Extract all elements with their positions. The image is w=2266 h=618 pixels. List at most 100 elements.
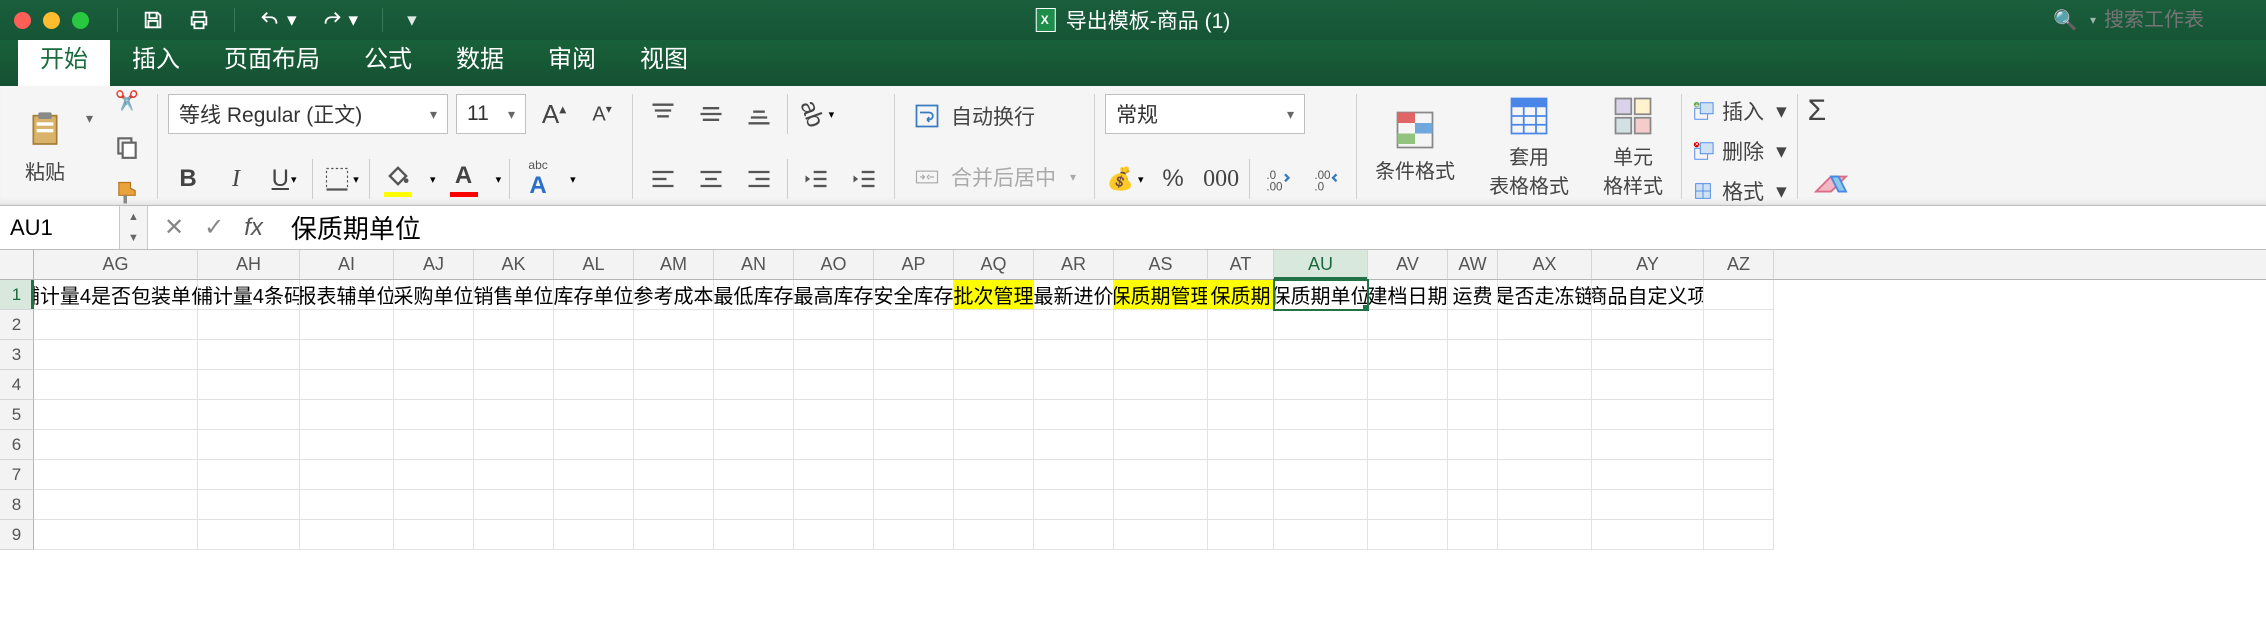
cell-AW2[interactable] <box>1448 310 1498 340</box>
copy-button[interactable] <box>107 127 147 167</box>
cell-AL7[interactable] <box>554 460 634 490</box>
cell-AV9[interactable] <box>1368 520 1448 550</box>
cell-AN3[interactable] <box>714 340 794 370</box>
cell-AO8[interactable] <box>794 490 874 520</box>
cell-AW3[interactable] <box>1448 340 1498 370</box>
orientation-button[interactable]: ab▾ <box>796 94 836 134</box>
cell-AZ9[interactable] <box>1704 520 1774 550</box>
decrease-indent-button[interactable] <box>796 159 836 199</box>
align-bottom-button[interactable] <box>739 94 779 134</box>
column-header-AN[interactable]: AN <box>714 250 794 279</box>
cell-AH4[interactable] <box>198 370 300 400</box>
cell-AZ3[interactable] <box>1704 340 1774 370</box>
cell-AQ8[interactable] <box>954 490 1034 520</box>
redo-icon[interactable]: ▾ <box>321 9 359 32</box>
currency-button[interactable]: 💰▾ <box>1105 159 1145 199</box>
decrease-font-button[interactable]: A▾ <box>582 94 622 134</box>
percent-button[interactable]: % <box>1153 159 1193 199</box>
cell-AP5[interactable] <box>874 400 954 430</box>
cell-AX7[interactable] <box>1498 460 1592 490</box>
cell-AG4[interactable] <box>34 370 198 400</box>
cell-AZ1[interactable] <box>1704 280 1774 310</box>
cell-AM4[interactable] <box>634 370 714 400</box>
close-window-button[interactable] <box>14 12 31 29</box>
select-all-corner[interactable] <box>0 250 34 279</box>
cell-AS9[interactable] <box>1114 520 1208 550</box>
cell-AQ6[interactable] <box>954 430 1034 460</box>
cell-AT5[interactable] <box>1208 400 1274 430</box>
column-header-AL[interactable]: AL <box>554 250 634 279</box>
cell-AJ8[interactable] <box>394 490 474 520</box>
cell-AJ1[interactable]: 采购单位 <box>394 280 474 310</box>
cell-AT3[interactable] <box>1208 340 1274 370</box>
cell-AL4[interactable] <box>554 370 634 400</box>
cell-AW8[interactable] <box>1448 490 1498 520</box>
cell-AU2[interactable] <box>1274 310 1368 340</box>
column-header-AY[interactable]: AY <box>1592 250 1704 279</box>
chevron-down-icon[interactable]: ▾ <box>86 110 93 127</box>
cell-AP4[interactable] <box>874 370 954 400</box>
cell-AH5[interactable] <box>198 400 300 430</box>
cell-AQ5[interactable] <box>954 400 1034 430</box>
column-header-AP[interactable]: AP <box>874 250 954 279</box>
cell-AH9[interactable] <box>198 520 300 550</box>
column-header-AW[interactable]: AW <box>1448 250 1498 279</box>
cell-AP3[interactable] <box>874 340 954 370</box>
cell-AI5[interactable] <box>300 400 394 430</box>
cell-AN5[interactable] <box>714 400 794 430</box>
cell-AS8[interactable] <box>1114 490 1208 520</box>
column-header-AJ[interactable]: AJ <box>394 250 474 279</box>
name-box[interactable]: AU1 <box>0 206 120 249</box>
cell-AI6[interactable] <box>300 430 394 460</box>
cell-AJ4[interactable] <box>394 370 474 400</box>
cell-AV7[interactable] <box>1368 460 1448 490</box>
cell-AU9[interactable] <box>1274 520 1368 550</box>
column-header-AI[interactable]: AI <box>300 250 394 279</box>
cell-AM7[interactable] <box>634 460 714 490</box>
cell-AZ8[interactable] <box>1704 490 1774 520</box>
minimize-window-button[interactable] <box>43 12 60 29</box>
chevron-up-icon[interactable]: ▲ <box>120 206 147 228</box>
cell-AX6[interactable] <box>1498 430 1592 460</box>
cell-AQ3[interactable] <box>954 340 1034 370</box>
row-header-1[interactable]: 1 <box>0 280 34 310</box>
cell-AU4[interactable] <box>1274 370 1368 400</box>
cut-button[interactable]: ✂️ <box>107 81 147 121</box>
print-icon[interactable] <box>188 9 210 31</box>
formula-input[interactable] <box>279 206 2266 249</box>
cell-AT9[interactable] <box>1208 520 1274 550</box>
font-color-button[interactable]: A <box>444 159 484 199</box>
cell-AM3[interactable] <box>634 340 714 370</box>
row-header-5[interactable]: 5 <box>0 400 34 430</box>
cell-AK4[interactable] <box>474 370 554 400</box>
delete-cells-button[interactable]: ×删除▾ <box>1692 134 1787 168</box>
cell-AG3[interactable] <box>34 340 198 370</box>
cell-AP2[interactable] <box>874 310 954 340</box>
cell-AK8[interactable] <box>474 490 554 520</box>
customize-qat-icon[interactable]: ▾ <box>407 9 417 32</box>
cell-AK9[interactable] <box>474 520 554 550</box>
column-header-AV[interactable]: AV <box>1368 250 1448 279</box>
cell-AN9[interactable] <box>714 520 794 550</box>
cell-AN4[interactable] <box>714 370 794 400</box>
cell-AI1[interactable]: 报表辅单位 <box>300 280 394 310</box>
cell-AL9[interactable] <box>554 520 634 550</box>
row-header-7[interactable]: 7 <box>0 460 34 490</box>
cell-AT2[interactable] <box>1208 310 1274 340</box>
cell-AS5[interactable] <box>1114 400 1208 430</box>
cell-AI8[interactable] <box>300 490 394 520</box>
cell-AP1[interactable]: 安全库存 <box>874 280 954 310</box>
insert-cells-button[interactable]: +插入▾ <box>1692 94 1787 128</box>
cell-AY4[interactable] <box>1592 370 1704 400</box>
italic-button[interactable]: I <box>216 159 256 199</box>
cell-AY3[interactable] <box>1592 340 1704 370</box>
cell-AO9[interactable] <box>794 520 874 550</box>
cell-AJ3[interactable] <box>394 340 474 370</box>
cell-AU3[interactable] <box>1274 340 1368 370</box>
row-header-3[interactable]: 3 <box>0 340 34 370</box>
column-header-AG[interactable]: AG <box>34 250 198 279</box>
font-name-combo[interactable]: 等线 Regular (正文)▾ <box>168 94 448 134</box>
cell-AQ2[interactable] <box>954 310 1034 340</box>
cell-AI7[interactable] <box>300 460 394 490</box>
cell-AL5[interactable] <box>554 400 634 430</box>
